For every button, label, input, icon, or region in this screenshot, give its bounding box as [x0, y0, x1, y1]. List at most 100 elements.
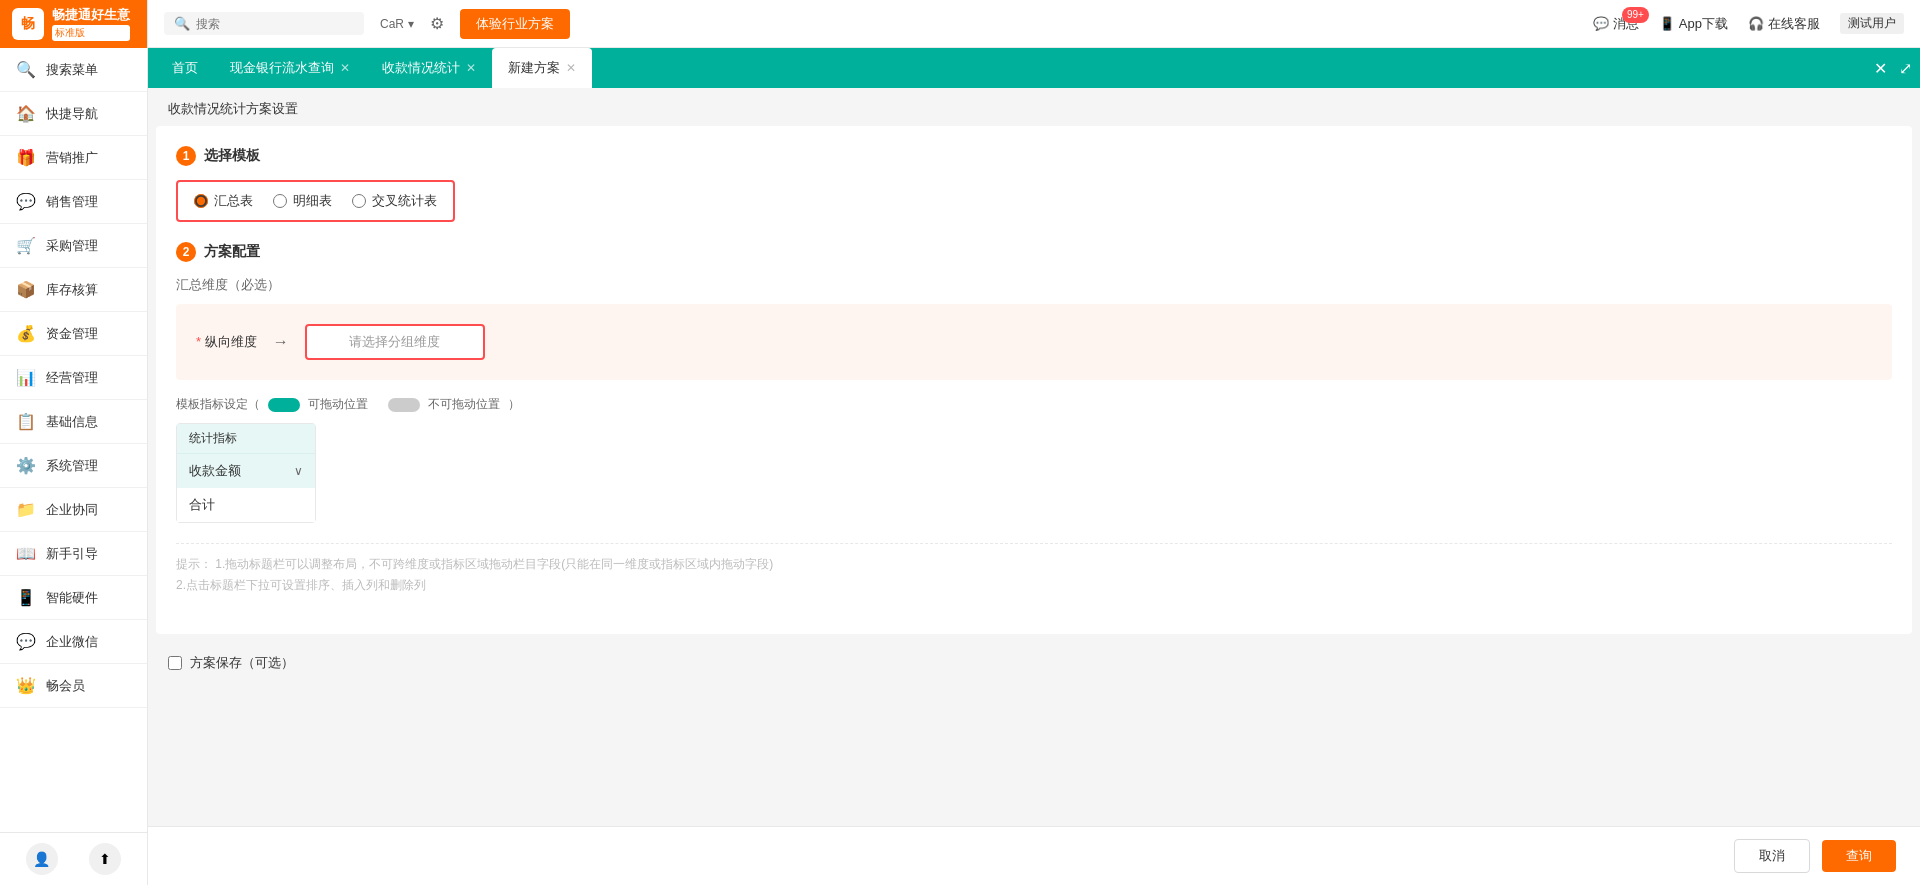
sidebar-item-label: 销售管理 — [46, 193, 98, 211]
save-checkbox[interactable] — [168, 656, 182, 670]
close-new-plan-icon[interactable]: ✕ — [566, 61, 576, 75]
close-receipt-stat-icon[interactable]: ✕ — [466, 61, 476, 75]
wechat-icon: 💬 — [16, 632, 36, 651]
radio-summary-label: 汇总表 — [214, 192, 253, 210]
sidebar-bottom-icon-1[interactable]: 👤 — [26, 843, 58, 875]
crown-icon: 👑 — [16, 676, 36, 695]
metrics-category: 统计指标 — [177, 424, 315, 454]
tab-bank-flow[interactable]: 现金银行流水查询 ✕ — [214, 48, 366, 88]
search-icon: 🔍 — [174, 16, 190, 31]
save-label: 方案保存（可选） — [190, 654, 294, 672]
radio-detail-input[interactable] — [273, 194, 287, 208]
sidebar-logo: 畅 畅捷通好生意 标准版 — [0, 0, 147, 48]
metrics-item-amount[interactable]: 收款金额 ∨ — [177, 454, 315, 488]
non-draggable-label: 不可拖动位置 — [428, 396, 500, 413]
chat-icon: 💬 — [16, 192, 36, 211]
sidebar-item-marketing[interactable]: 🎁 营销推广 — [0, 136, 147, 180]
sidebar-item-finance[interactable]: 💰 资金管理 — [0, 312, 147, 356]
tabbar: 首页 现金银行流水查询 ✕ 收款情况统计 ✕ 新建方案 ✕ ✕ ⤢ — [148, 48, 1920, 88]
sidebar-item-new-guide[interactable]: 📖 新手引导 — [0, 532, 147, 576]
notification-icon: 💬 — [1593, 16, 1609, 31]
tab-home[interactable]: 首页 — [156, 48, 214, 88]
step1-section: 1 选择模板 汇总表 明细表 — [176, 146, 1892, 222]
step1-header: 1 选择模板 — [176, 146, 1892, 166]
sidebar-item-label: 畅会员 — [46, 677, 85, 695]
radio-summary[interactable]: 汇总表 — [194, 192, 253, 210]
user-info[interactable]: 测试用户 — [1840, 13, 1904, 34]
search-input[interactable] — [196, 17, 336, 31]
sidebar-item-label: 快捷导航 — [46, 105, 98, 123]
sidebar-item-search-menu[interactable]: 🔍 搜索菜单 — [0, 48, 147, 92]
app-download-label: App下载 — [1679, 15, 1728, 33]
sidebar: 畅 畅捷通好生意 标准版 🔍 搜索菜单 🏠 快捷导航 🎁 营销推广 💬 销售管理… — [0, 0, 148, 885]
metrics-container: 统计指标 收款金额 ∨ 合计 — [176, 423, 316, 523]
close-bank-flow-icon[interactable]: ✕ — [340, 61, 350, 75]
metrics-header: 模板指标设定（ 可拖动位置 不可拖动位置 ） — [176, 396, 1892, 413]
app-download-item[interactable]: 📱 App下载 — [1659, 15, 1728, 33]
sidebar-item-label: 系统管理 — [46, 457, 98, 475]
dimension-row: * 纵向维度 → 请选择分组维度 — [196, 324, 1872, 360]
sidebar-item-sales[interactable]: 💬 销售管理 — [0, 180, 147, 224]
home-icon: 🏠 — [16, 104, 36, 123]
vertical-dim-label: * 纵向维度 — [196, 333, 257, 351]
logo-title: 畅捷通好生意 — [52, 7, 130, 23]
dropdown-text: CaR — [380, 17, 404, 31]
topbar: 🔍 CaR ▾ ⚙ 体验行业方案 💬 消息 99+ 📱 App下载 🎧 在线客服 — [148, 0, 1920, 48]
radio-cross[interactable]: 交叉统计表 — [352, 192, 437, 210]
step2-header: 2 方案配置 — [176, 242, 1892, 262]
expand-tab-icon[interactable]: ⤢ — [1899, 59, 1912, 78]
query-button[interactable]: 查询 — [1822, 840, 1896, 872]
tabbar-actions: ✕ ⤢ — [1874, 59, 1912, 78]
sidebar-item-vip[interactable]: 👑 畅会员 — [0, 664, 147, 708]
page-title: 收款情况统计方案设置 — [148, 88, 1920, 126]
sidebar-item-label: 企业协同 — [46, 501, 98, 519]
sidebar-item-label: 基础信息 — [46, 413, 98, 431]
grouping-dim-placeholder: 请选择分组维度 — [349, 333, 440, 351]
step1-number: 1 — [176, 146, 196, 166]
sidebar-item-basic-info[interactable]: 📋 基础信息 — [0, 400, 147, 444]
dimension-area: * 纵向维度 → 请选择分组维度 — [176, 304, 1892, 380]
sidebar-item-quick-nav[interactable]: 🏠 快捷导航 — [0, 92, 147, 136]
sidebar-item-corp-collab[interactable]: 📁 企业协同 — [0, 488, 147, 532]
chart-icon: 📊 — [16, 368, 36, 387]
radio-summary-input[interactable] — [194, 194, 208, 208]
radio-group: 汇总表 明细表 交叉统计表 — [194, 192, 437, 210]
grouping-dimension-selector[interactable]: 请选择分组维度 — [305, 324, 485, 360]
online-service-item[interactable]: 🎧 在线客服 — [1748, 15, 1820, 33]
sidebar-bottom-icon-2[interactable]: ⬆ — [89, 843, 121, 875]
trial-btn[interactable]: 体验行业方案 — [460, 9, 570, 39]
headset-icon: 🎧 — [1748, 16, 1764, 31]
metrics-label-end: ） — [508, 396, 520, 413]
cancel-button[interactable]: 取消 — [1734, 839, 1810, 873]
step2-number: 2 — [176, 242, 196, 262]
tab-new-plan[interactable]: 新建方案 ✕ — [492, 48, 592, 88]
sidebar-item-label: 采购管理 — [46, 237, 98, 255]
notification-badge: 99+ — [1622, 7, 1649, 23]
user-name: 测试用户 — [1848, 16, 1896, 30]
tab-receipt-stat[interactable]: 收款情况统计 ✕ — [366, 48, 492, 88]
settings-icon[interactable]: ⚙ — [430, 14, 444, 33]
sidebar-item-label: 搜索菜单 — [46, 61, 98, 79]
close-tab-icon[interactable]: ✕ — [1874, 59, 1887, 78]
sidebar-item-smart-hw[interactable]: 📱 智能硬件 — [0, 576, 147, 620]
sidebar-item-label: 新手引导 — [46, 545, 98, 563]
box-icon: 📦 — [16, 280, 36, 299]
sidebar-item-inventory[interactable]: 📦 库存核算 — [0, 268, 147, 312]
radio-detail[interactable]: 明细表 — [273, 192, 332, 210]
sidebar-item-label: 资金管理 — [46, 325, 98, 343]
sidebar-item-corp-wechat[interactable]: 💬 企业微信 — [0, 620, 147, 664]
money-icon: 💰 — [16, 324, 36, 343]
sidebar-item-operation[interactable]: 📊 经营管理 — [0, 356, 147, 400]
content-area: 收款情况统计方案设置 1 选择模板 汇总表 明细表 — [148, 88, 1920, 826]
sidebar-item-purchase[interactable]: 🛒 采购管理 — [0, 224, 147, 268]
notification-item[interactable]: 💬 消息 99+ — [1593, 15, 1639, 33]
sidebar-bottom: 👤 ⬆ — [0, 832, 147, 885]
metrics-section: 模板指标设定（ 可拖动位置 不可拖动位置 ） 统计指标 收款金额 ∨ 合计 — [176, 396, 1892, 523]
sidebar-item-label: 智能硬件 — [46, 589, 98, 607]
sidebar-item-sys-manage[interactable]: ⚙️ 系统管理 — [0, 444, 147, 488]
topbar-dropdown[interactable]: CaR ▾ — [380, 17, 414, 31]
topbar-search-box[interactable]: 🔍 — [164, 12, 364, 35]
gear-icon: ⚙️ — [16, 456, 36, 475]
folder-icon: 📁 — [16, 500, 36, 519]
radio-cross-input[interactable] — [352, 194, 366, 208]
